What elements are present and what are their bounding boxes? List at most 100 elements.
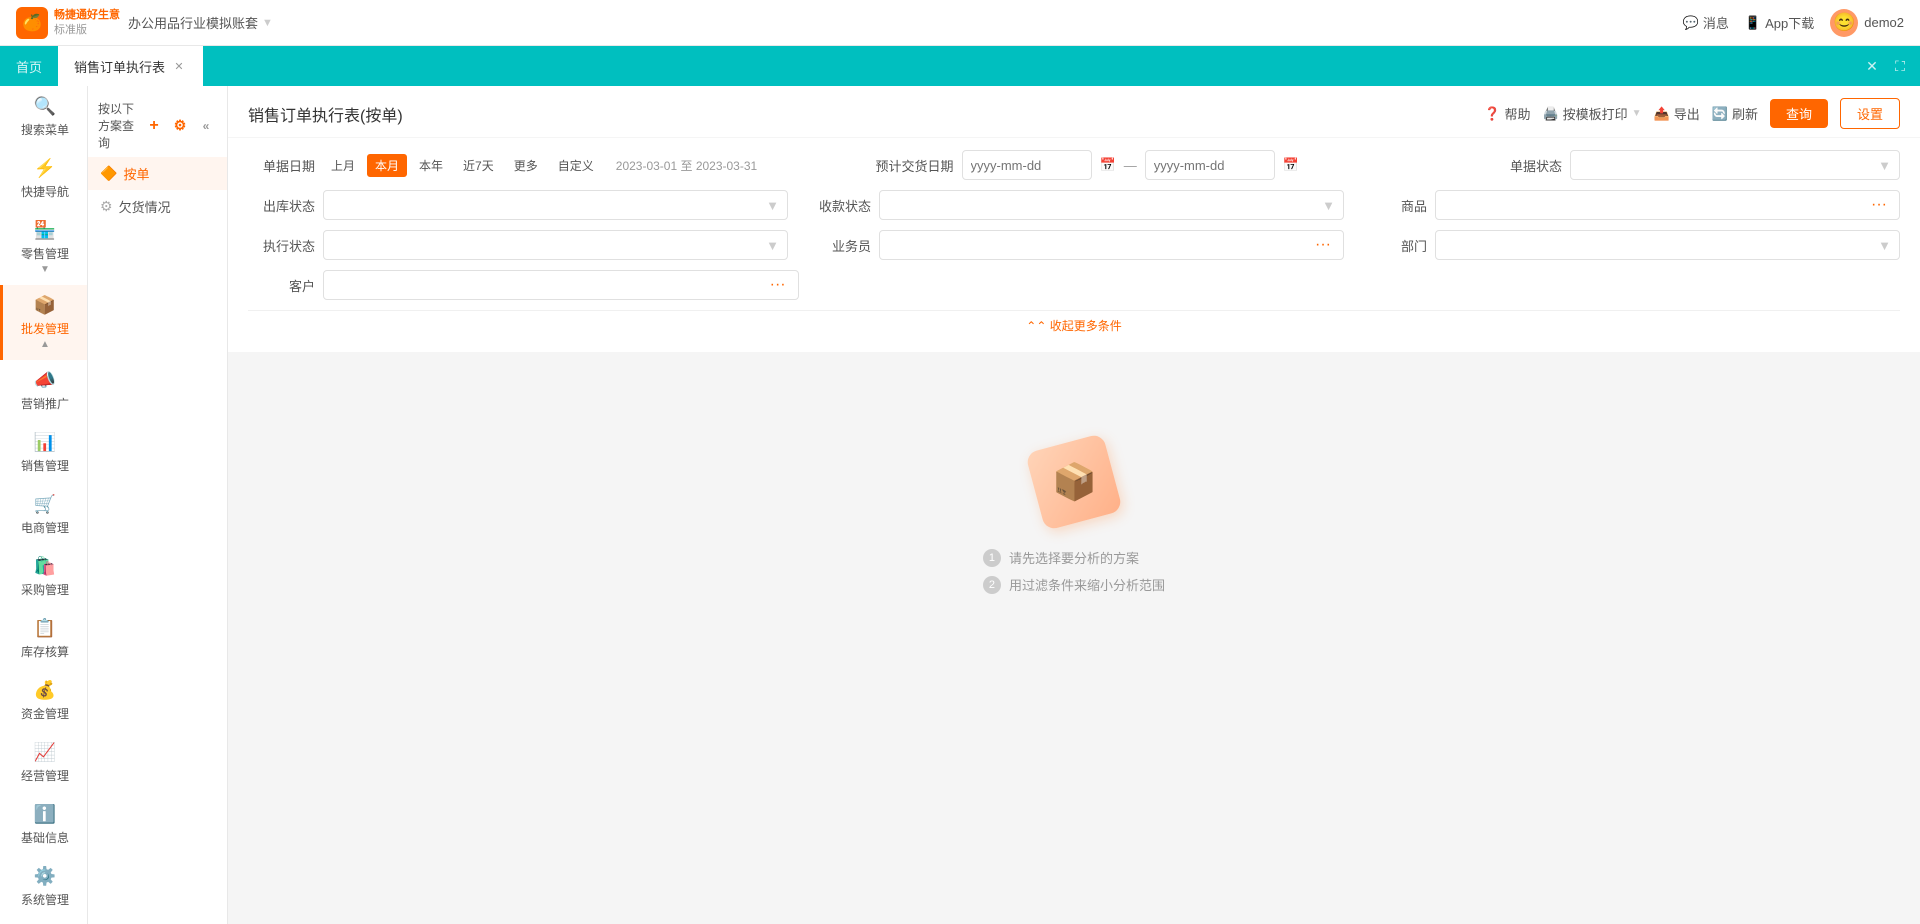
collapse-filters-button[interactable]: ⌃⌃ 收起更多条件 xyxy=(248,310,1900,340)
date-btn-7days[interactable]: 近7天 xyxy=(455,154,502,177)
empty-tips: 1 请先选择要分析的方案 2 用过滤条件来缩小分析范围 xyxy=(983,548,1165,594)
sidebar-item-search-menu[interactable]: 🔍 搜索菜单 xyxy=(0,86,87,148)
sidebar-item-basic-info[interactable]: ℹ️ 基础信息 xyxy=(0,794,87,856)
filter-row-2: 出库状态 ▼ 收款状态 ▼ xyxy=(248,190,1900,220)
filter-row-3: 执行状态 ▼ 业务员 ··· xyxy=(248,230,1900,260)
user-menu-button[interactable]: 😊 demo2 xyxy=(1830,9,1904,37)
logo-area: 🍊 畅捷通好生意 标准版 xyxy=(16,7,120,39)
salesperson-dots-button[interactable]: ··· xyxy=(1311,236,1335,254)
salesperson-label: 业务员 xyxy=(804,236,879,255)
left-panel: 按以下方案查询 + ⚙ « 🔶 按单 ⚙ 欠货情况 xyxy=(88,86,228,924)
goods-dots-button[interactable]: ··· xyxy=(1867,196,1891,214)
payment-status-label: 收款状态 xyxy=(804,196,879,215)
tip-text-2: 用过滤条件来缩小分析范围 xyxy=(1009,575,1165,594)
customer-dots-button[interactable]: ··· xyxy=(766,276,790,294)
date-btn-more[interactable]: 更多 xyxy=(506,154,546,177)
quick-nav-icon: ⚡ xyxy=(34,158,56,179)
settings-scheme-button[interactable]: ⚙ xyxy=(169,115,191,137)
tip-num-1: 1 xyxy=(983,549,1001,567)
print-chevron-icon: ▼ xyxy=(1632,108,1642,119)
add-scheme-button[interactable]: + xyxy=(143,115,165,137)
basic-icon: ℹ️ xyxy=(34,804,56,825)
tab-close-icon[interactable]: ✕ xyxy=(171,58,187,74)
tab-sales-order[interactable]: 销售订单执行表 ✕ xyxy=(58,46,203,86)
date-label: 单据日期 xyxy=(248,156,323,175)
sidebar-item-ecommerce[interactable]: 🛒 电商管理 xyxy=(0,484,87,546)
export-button[interactable]: 📤 导出 xyxy=(1654,104,1700,123)
download-icon: 📱 xyxy=(1745,15,1761,31)
doc-status-select[interactable]: ▼ xyxy=(1570,150,1900,180)
refresh-button[interactable]: 🔄 刷新 xyxy=(1712,104,1758,123)
date-btn-this-month[interactable]: 本月 xyxy=(367,154,407,177)
date-range-text: 2023-03-01 至 2023-03-31 xyxy=(616,157,757,174)
sidebar-item-inventory[interactable]: 📋 库存核算 xyxy=(0,608,87,670)
print-button[interactable]: 🖨️ 按模板打印 ▼ xyxy=(1542,104,1641,123)
expected-date-to[interactable] xyxy=(1145,150,1275,180)
print-icon: 🖨️ xyxy=(1542,106,1558,122)
tab-home[interactable]: 首页 xyxy=(0,46,58,86)
filter-cell-date: 单据日期 上月 本月 本年 近7天 更多 自定义 20 xyxy=(248,154,856,177)
tip-text-1: 请先选择要分析的方案 xyxy=(1009,548,1139,567)
sidebar-item-purchase[interactable]: 🛍️ 采购管理 xyxy=(0,546,87,608)
left-panel-actions: + ⚙ « xyxy=(143,115,217,137)
dept-select[interactable]: ▼ xyxy=(1435,230,1900,260)
breadcrumb[interactable]: 办公用品行业模拟账套 ▼ xyxy=(128,13,273,32)
sidebar-item-system[interactable]: ⚙️ 系统管理 xyxy=(0,856,87,918)
tab-expand-btn[interactable]: ⛶ xyxy=(1888,54,1912,78)
delivery-status-select[interactable]: ▼ xyxy=(323,190,788,220)
tab-bar: 首页 销售订单执行表 ✕ ✕ ⛶ xyxy=(0,46,1920,86)
filter-cell-delivery-status: 出库状态 ▼ xyxy=(248,190,788,220)
dept-label: 部门 xyxy=(1360,236,1435,255)
tab-close-btn[interactable]: ✕ xyxy=(1860,54,1884,78)
retail-expand-icon: ▼ xyxy=(40,264,50,275)
filter-cell-salesperson: 业务员 ··· xyxy=(804,230,1344,260)
settings-button[interactable]: 设置 xyxy=(1840,98,1900,129)
exec-status-select[interactable]: ▼ xyxy=(323,230,788,260)
payment-status-select[interactable]: ▼ xyxy=(879,190,1344,220)
date-btn-this-year[interactable]: 本年 xyxy=(411,154,451,177)
sidebar-item-enterprise-coop[interactable]: 🤝 企业协同 xyxy=(0,918,87,924)
dept-chevron-icon: ▼ xyxy=(1878,238,1891,253)
date-btn-last-month[interactable]: 上月 xyxy=(323,154,363,177)
date-btn-custom[interactable]: 自定义 xyxy=(550,154,602,177)
ecommerce-icon: 🛒 xyxy=(34,494,56,515)
sidebar-item-retail-mgmt[interactable]: 🏪 零售管理 ▼ xyxy=(0,210,87,285)
cal-to-icon[interactable]: 📅 xyxy=(1283,157,1299,173)
system-icon: ⚙️ xyxy=(34,866,56,887)
scheme-item-by-order[interactable]: 🔶 按单 xyxy=(88,157,227,190)
purchase-icon: 🛍️ xyxy=(34,556,56,577)
tab-bar-actions: ✕ ⛶ xyxy=(1860,54,1920,78)
sidebar-item-finance[interactable]: 💰 资金管理 xyxy=(0,670,87,732)
breadcrumb-text: 办公用品行业模拟账套 xyxy=(128,13,258,32)
date-sep: — xyxy=(1124,158,1137,173)
query-button[interactable]: 查询 xyxy=(1770,99,1828,128)
collapse-panel-button[interactable]: « xyxy=(195,115,217,137)
scheme-item-owed-goods[interactable]: ⚙ 欠货情况 xyxy=(88,190,227,223)
payment-chevron-icon: ▼ xyxy=(1322,198,1335,213)
expected-date-from[interactable] xyxy=(962,150,1092,180)
app-download-button[interactable]: 📱 App下载 xyxy=(1745,13,1814,32)
page-title: 销售订单执行表(按单) xyxy=(248,102,403,126)
filter-row-1: 单据日期 上月 本月 本年 近7天 更多 自定义 20 xyxy=(248,150,1900,180)
sidebar-item-wholesale-mgmt[interactable]: 📦 批发管理 ▲ xyxy=(0,285,87,360)
expected-date-label: 预计交货日期 xyxy=(872,156,962,175)
filter-row-4: 客户 ··· xyxy=(248,270,1900,300)
content-area: 按以下方案查询 + ⚙ « 🔶 按单 ⚙ 欠货情况 xyxy=(88,86,1920,924)
scheme-owed-icon: ⚙ xyxy=(100,198,113,215)
search-icon: 🔍 xyxy=(34,96,56,117)
sidebar-item-ops[interactable]: 📈 经营管理 xyxy=(0,732,87,794)
sidebar-item-quick-nav[interactable]: ⚡ 快捷导航 xyxy=(0,148,87,210)
filter-cell-doc-status: 单据状态 ▼ xyxy=(1495,150,1900,180)
date-control: 上月 本月 本年 近7天 更多 自定义 2023-03-01 至 2023-03… xyxy=(323,154,856,177)
goods-label: 商品 xyxy=(1360,196,1435,215)
sidebar-item-marketing[interactable]: 📣 营销推广 xyxy=(0,360,87,422)
exec-status-label: 执行状态 xyxy=(248,236,323,255)
top-header: 🍊 畅捷通好生意 标准版 办公用品行业模拟账套 ▼ 💬 消息 📱 App下载 😊… xyxy=(0,0,1920,46)
cal-from-icon[interactable]: 📅 xyxy=(1100,157,1116,173)
expected-date-input-group: 📅 — 📅 xyxy=(962,150,1299,180)
message-button[interactable]: 💬 消息 xyxy=(1683,13,1729,32)
sidebar-item-sales-mgmt[interactable]: 📊 销售管理 xyxy=(0,422,87,484)
sales-icon: 📊 xyxy=(34,432,56,453)
help-button[interactable]: ❓ 帮助 xyxy=(1484,104,1530,123)
retail-icon: 🏪 xyxy=(34,220,56,241)
